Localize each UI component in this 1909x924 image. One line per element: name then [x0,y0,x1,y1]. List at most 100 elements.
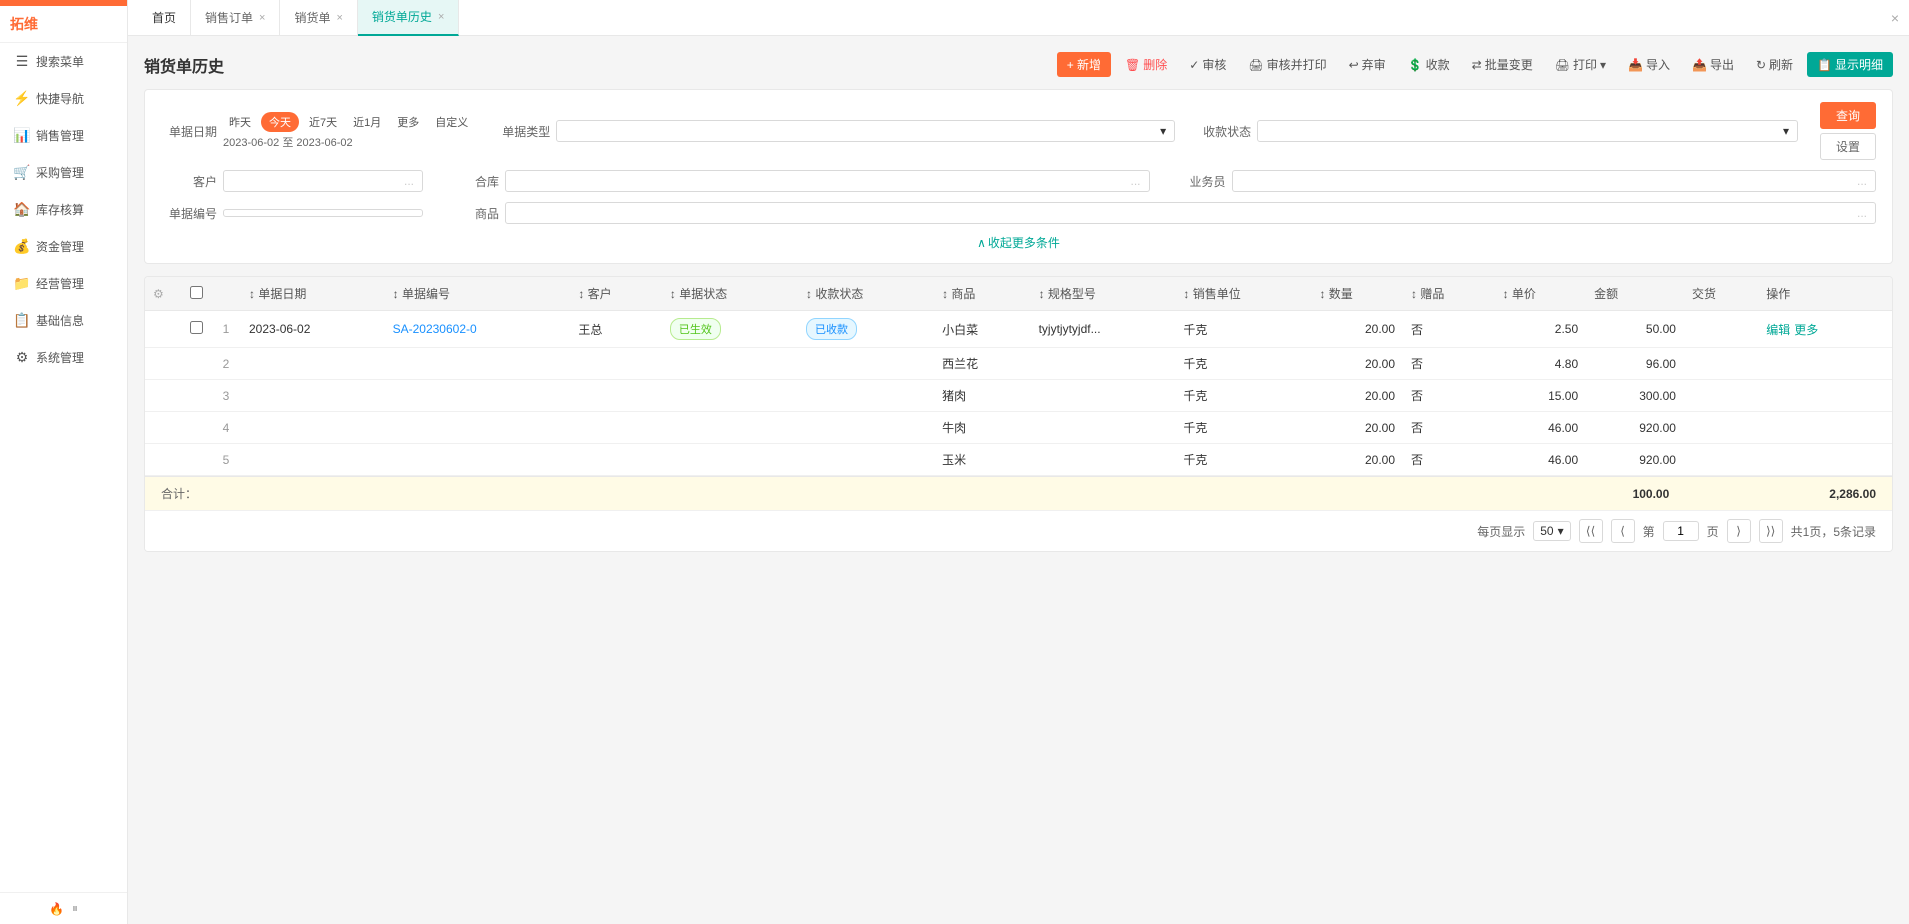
col-gift[interactable]: ↕ 赠品 [1403,277,1495,311]
sidebar-item-label: 快捷导航 [36,90,84,107]
tab-sales-goods-label: 销货单 [294,9,330,26]
col-trade: 交货 [1684,277,1758,311]
show-detail-button[interactable]: 📋 显示明细 [1807,52,1893,77]
date-btn-more[interactable]: 更多 [391,112,425,132]
date-btn-7days[interactable]: 近7天 [303,112,343,132]
row-price: 15.00 [1495,380,1587,412]
tab-sales-goods-close[interactable]: × [336,12,342,24]
delete-button[interactable]: 🗑 删除 [1117,52,1175,77]
row-trade [1684,348,1758,380]
import-button[interactable]: 📥 导入 [1620,52,1678,77]
col-customer[interactable]: ↕ 客户 [570,277,662,311]
col-docnum[interactable]: ↕ 单据编号 [385,277,571,311]
sidebar-item-base-info[interactable]: 📋 基础信息 [0,302,127,339]
tabs-close-all[interactable]: × [1891,10,1899,26]
row-checkbox[interactable] [181,444,211,476]
date-btn-yesterday[interactable]: 昨天 [223,112,257,132]
tab-sales-order-close[interactable]: × [259,12,265,24]
first-page-button[interactable]: ⟨⟨ [1579,519,1603,543]
tab-sales-history[interactable]: 销货单历史 × [358,0,459,36]
select-all-checkbox[interactable] [190,286,203,299]
filter-docnum-item: 单据编号 [161,205,423,222]
row-select-checkbox[interactable] [190,321,203,334]
tab-sales-history-close[interactable]: × [438,11,444,23]
filter-collect-dropdown-icon: ▾ [1783,124,1789,138]
col-date[interactable]: ↕ 单据日期 [241,277,385,311]
abandon-button[interactable]: ↩ 弃审 [1341,52,1394,77]
sidebar-item-search-menu[interactable]: ☰ 搜索菜单 [0,43,127,80]
date-btn-1month[interactable]: 近1月 [347,112,387,132]
tab-home[interactable]: 首页 [138,0,191,36]
row-gift: 否 [1403,380,1495,412]
filter-goods-input[interactable]: ... [505,202,1876,224]
prev-page-button[interactable]: ⟨ [1611,519,1635,543]
batch-change-button[interactable]: ⇄ 批量变更 [1464,52,1541,77]
sidebar-item-stock-calc[interactable]: 🏠 库存核算 [0,191,127,228]
row-price: 2.50 [1495,311,1587,348]
action-link-1[interactable]: 更多 [1794,323,1818,337]
filter-collect-select[interactable]: ▾ [1257,120,1798,142]
query-button[interactable]: 查询 [1820,102,1876,129]
row-checkbox[interactable] [181,412,211,444]
settings-button[interactable]: 设置 [1820,133,1876,160]
collapse-button[interactable]: ∧ 收起更多条件 [161,234,1876,251]
refresh-button[interactable]: ↻ 刷新 [1748,52,1801,77]
doc-num-link[interactable]: SA-20230602-0 [393,322,477,336]
filter-customer-input[interactable]: ... [223,170,423,192]
col-gear[interactable]: ⚙ [145,277,181,311]
date-range-shortcuts: 昨天 今天 近7天 近1月 更多 自定义 [223,112,474,132]
print-button[interactable]: 🖨 打印 ▾ [1547,52,1614,77]
col-price[interactable]: ↕ 单价 [1495,277,1587,311]
export-icon: 📤 [1692,58,1707,72]
col-goods[interactable]: ↕ 商品 [934,277,1031,311]
sidebar-item-quick-nav[interactable]: ⚡ 快捷导航 [0,80,127,117]
filter-warehouse-input[interactable]: ... [505,170,1150,192]
audit-print-button[interactable]: 🖨 审核并打印 [1240,52,1334,77]
sidebar-pause-icon[interactable]: ⏸ [72,901,78,916]
row-docnum [385,444,571,476]
col-unit[interactable]: ↕ 销售单位 [1175,277,1311,311]
tab-sales-order[interactable]: 销售订单 × [191,0,280,36]
per-page-select[interactable]: 50 ▾ [1533,521,1570,541]
last-page-button[interactable]: ⟩⟩ [1759,519,1783,543]
table-settings-icon[interactable]: ⚙ [153,287,164,301]
sidebar-item-sys-mgmt[interactable]: ⚙ 系统管理 [0,339,127,376]
col-collectstatus[interactable]: ↕ 收款状态 [798,277,934,311]
row-checkbox[interactable] [181,348,211,380]
row-price: 46.00 [1495,412,1587,444]
col-qty[interactable]: ↕ 数量 [1311,277,1403,311]
row-checkbox[interactable] [181,380,211,412]
row-trade [1684,412,1758,444]
sidebar-logo: 拓维 [0,6,127,43]
filter-type-select[interactable]: ▾ [556,120,1175,142]
action-link-0[interactable]: 编辑 [1766,323,1790,337]
col-spec[interactable]: ↕ 规格型号 [1031,277,1176,311]
filter-docnum-input[interactable] [223,209,423,217]
sidebar-item-purchase-mgmt[interactable]: 🛒 采购管理 [0,154,127,191]
export-button[interactable]: 📤 导出 [1684,52,1742,77]
next-page-button[interactable]: ⟩ [1727,519,1751,543]
page-number-input[interactable] [1663,521,1699,541]
sidebar-item-fund-mgmt[interactable]: 💰 资金管理 [0,228,127,265]
sidebar-fire-icon[interactable]: 🔥 [49,902,64,916]
row-checkbox[interactable] [181,311,211,348]
sidebar-item-ops-mgmt[interactable]: 📁 经营管理 [0,265,127,302]
collect-button[interactable]: 💲 收款 [1400,52,1458,77]
col-amount[interactable]: 金额 [1586,277,1684,311]
col-action-label: 操作 [1766,287,1790,301]
new-button[interactable]: + 新增 [1057,52,1111,77]
tab-sales-goods[interactable]: 销货单 × [280,0,357,36]
filter-staff-label: 业务员 [1170,173,1226,190]
col-checkbox[interactable] [181,277,211,311]
sidebar-item-sales-mgmt[interactable]: 📊 销售管理 [0,117,127,154]
col-docstatus[interactable]: ↕ 单据状态 [662,277,798,311]
row-actions [1758,348,1892,380]
audit-button[interactable]: ✓ 审核 [1181,52,1234,77]
filter-staff-input[interactable]: ... [1232,170,1877,192]
col-unit-label: ↕ 销售单位 [1183,287,1240,301]
batch-change-icon: ⇄ [1472,58,1482,72]
row-date [241,412,385,444]
col-amount-label: 金额 [1594,287,1618,301]
date-btn-today[interactable]: 今天 [261,112,299,132]
date-btn-custom[interactable]: 自定义 [429,112,474,132]
